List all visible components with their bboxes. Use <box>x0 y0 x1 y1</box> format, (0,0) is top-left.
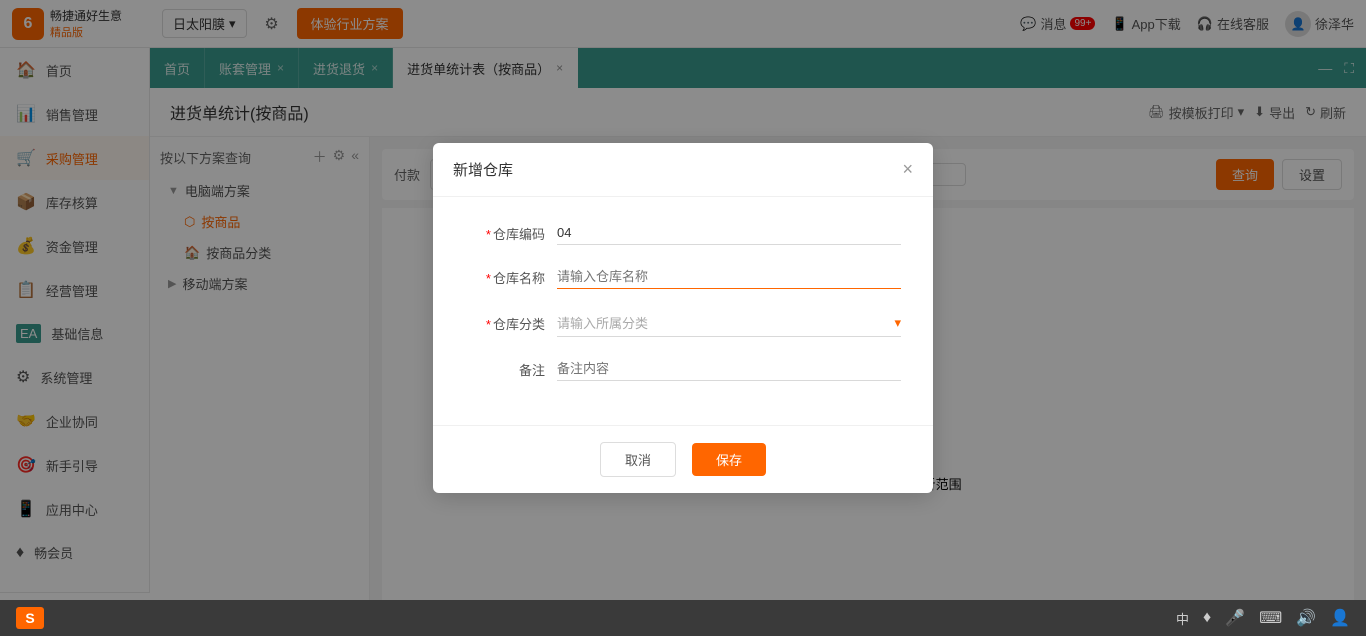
name-label: *仓库名称 <box>465 268 545 287</box>
category-chevron-icon: ▾ <box>894 315 901 331</box>
bottom-bar: S 中 ♦ 🎤 ⌨ 🔊 👤 <box>0 600 1366 636</box>
form-row-code: *仓库编码 <box>465 221 901 245</box>
lang-icon[interactable]: 中 <box>1176 609 1189 628</box>
dialog-close-button[interactable]: × <box>902 159 913 180</box>
bottom-logo: S <box>16 607 44 629</box>
category-label-text: 仓库分类 <box>493 317 545 332</box>
category-required-mark: * <box>486 317 491 332</box>
add-warehouse-dialog: 新增仓库 × *仓库编码 *仓库名称 *仓库分类 <box>433 143 933 493</box>
form-row-remark: 备注 <box>465 357 901 381</box>
remark-label-text: 备注 <box>519 363 545 378</box>
dialog-body: *仓库编码 *仓库名称 *仓库分类 请输入所属分类 ▾ <box>433 197 933 425</box>
dialog-title: 新增仓库 <box>453 159 513 180</box>
form-row-category: *仓库分类 请输入所属分类 ▾ <box>465 309 901 337</box>
form-row-name: *仓库名称 <box>465 265 901 289</box>
remark-input[interactable] <box>557 357 901 381</box>
code-label-text: 仓库编码 <box>493 227 545 242</box>
bottom-icons: 中 ♦ 🎤 ⌨ 🔊 👤 <box>1176 608 1350 628</box>
category-select[interactable]: 请输入所属分类 ▾ <box>557 309 901 337</box>
keyboard-icon[interactable]: ⌨ <box>1259 608 1282 628</box>
diamond-icon[interactable]: ♦ <box>1203 609 1211 627</box>
remark-label: 备注 <box>465 360 545 379</box>
code-input[interactable] <box>557 221 901 245</box>
code-label: *仓库编码 <box>465 224 545 243</box>
modal-overlay: 新增仓库 × *仓库编码 *仓库名称 *仓库分类 <box>0 0 1366 636</box>
name-required-mark: * <box>486 271 491 286</box>
category-label: *仓库分类 <box>465 314 545 333</box>
cancel-button[interactable]: 取消 <box>600 442 676 477</box>
save-button[interactable]: 保存 <box>692 443 766 476</box>
speaker-bottom-icon[interactable]: 🔊 <box>1296 608 1316 628</box>
code-required-mark: * <box>486 227 491 242</box>
user-bottom-icon[interactable]: 👤 <box>1330 608 1350 628</box>
category-placeholder: 请输入所属分类 <box>557 313 648 332</box>
name-label-text: 仓库名称 <box>493 271 545 286</box>
dialog-header: 新增仓库 × <box>433 143 933 197</box>
name-input[interactable] <box>557 265 901 289</box>
mic-icon[interactable]: 🎤 <box>1225 608 1245 628</box>
dialog-footer: 取消 保存 <box>433 425 933 493</box>
